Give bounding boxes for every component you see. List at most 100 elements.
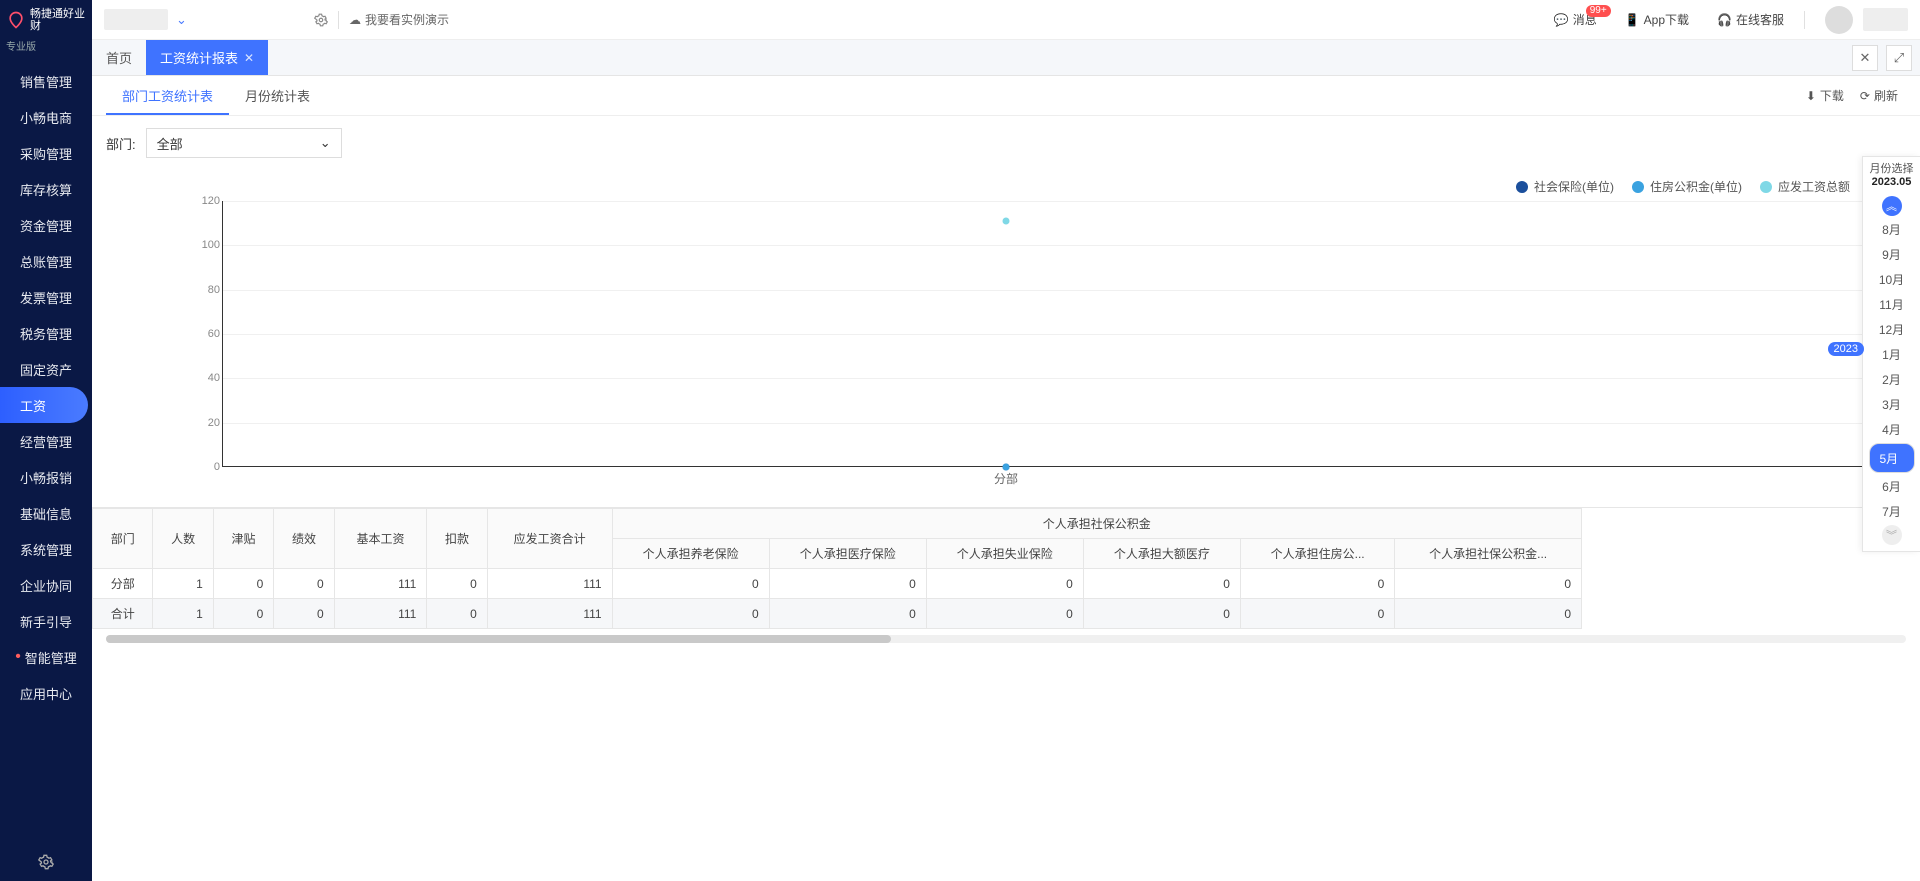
gridline — [222, 334, 1870, 335]
month-option[interactable]: 12月 — [1869, 318, 1915, 341]
org-name — [104, 9, 168, 30]
tab-0[interactable]: 首页 — [92, 40, 146, 75]
app-download-button[interactable]: 📱 App下载 — [1625, 11, 1689, 28]
org-selector[interactable]: ⌄ — [104, 9, 304, 30]
sidebar-item-0[interactable]: 销售管理 — [0, 63, 92, 99]
tab-1[interactable]: 工资统计报表✕ — [146, 40, 268, 75]
sidebar-item-label: 企业协同 — [20, 576, 72, 595]
month-option[interactable]: 8月 — [1869, 218, 1915, 241]
sidebar-item-9[interactable]: 工资 — [0, 387, 88, 423]
x-axis — [222, 466, 1870, 467]
demo-link[interactable]: ☁ 我要看实例演示 — [349, 11, 449, 28]
sidebar-item-7[interactable]: 税务管理 — [0, 315, 92, 351]
sidebar-settings[interactable] — [0, 845, 92, 881]
mobile-icon: 📱 — [1625, 13, 1640, 27]
sidebar-item-5[interactable]: 总账管理 — [0, 243, 92, 279]
col-header: 人数 — [153, 509, 213, 569]
cell: 0 — [769, 569, 926, 599]
sidebar-item-2[interactable]: 采购管理 — [0, 135, 92, 171]
dept-select[interactable]: 全部 ⌄ — [146, 128, 342, 158]
table-total-row: 合计1001110111000000 — [93, 599, 1582, 629]
legend-item-1[interactable]: 住房公积金(单位) — [1632, 178, 1742, 195]
legend-item-0[interactable]: 社会保险(单位) — [1516, 178, 1614, 195]
messages-badge: 99+ — [1586, 5, 1611, 17]
month-option[interactable]: 11月 — [1869, 293, 1915, 316]
chart: 020406080100120分部 — [122, 201, 1890, 491]
sidebar-item-6[interactable]: 发票管理 — [0, 279, 92, 315]
sidebar-item-14[interactable]: 企业协同 — [0, 567, 92, 603]
month-option[interactable]: 1月 — [1869, 343, 1915, 366]
sidebar-item-label: 经营管理 — [20, 432, 72, 451]
table-wrap[interactable]: 部门人数津贴绩效基本工资扣款应发工资合计个人承担社保公积金个人承担养老保险个人承… — [92, 507, 1920, 629]
sub-tab-1[interactable]: 月份统计表 — [229, 76, 326, 115]
cell: 0 — [1395, 599, 1582, 629]
refresh-icon: ⟳ — [1860, 89, 1870, 103]
download-button[interactable]: ⬇下载 — [1798, 87, 1852, 104]
sidebar: 畅捷通好业财 专业版 销售管理小畅电商采购管理库存核算资金管理总账管理发票管理税… — [0, 0, 92, 881]
chart-area: 社会保险(单位) 住房公积金(单位) 应发工资总额 020406080100120分… — [92, 170, 1920, 495]
user-name — [1863, 8, 1908, 31]
scroll-thumb[interactable] — [106, 635, 891, 643]
dept-select-value: 全部 — [157, 134, 183, 153]
month-option[interactable]: 6月 — [1869, 475, 1915, 498]
month-option[interactable]: 9月 — [1869, 243, 1915, 266]
legend-item-2[interactable]: 应发工资总额 — [1760, 178, 1850, 195]
cell: 0 — [274, 569, 334, 599]
support-label: 在线客服 — [1736, 11, 1784, 28]
month-scroll-up[interactable]: ︽ — [1882, 196, 1902, 216]
y-axis — [222, 201, 223, 467]
sidebar-item-11[interactable]: 小畅报销 — [0, 459, 92, 495]
sidebar-item-12[interactable]: 基础信息 — [0, 495, 92, 531]
sidebar-item-10[interactable]: 经营管理 — [0, 423, 92, 459]
sidebar-item-13[interactable]: 系统管理 — [0, 531, 92, 567]
sidebar-item-4[interactable]: 资金管理 — [0, 207, 92, 243]
sub-tab-0[interactable]: 部门工资统计表 — [106, 76, 229, 115]
brand-logo-icon — [6, 10, 26, 30]
ytick: 60 — [208, 328, 220, 340]
col-group-header: 个人承担社保公积金 — [612, 509, 1581, 539]
month-option[interactable]: 7月 — [1869, 500, 1915, 523]
avatar[interactable] — [1825, 6, 1853, 34]
table-h-scroll[interactable] — [106, 635, 1906, 643]
month-option[interactable]: 4月 — [1869, 418, 1915, 441]
month-option[interactable]: 3月 — [1869, 393, 1915, 416]
refresh-button[interactable]: ⟳刷新 — [1852, 87, 1906, 104]
cell: 111 — [334, 569, 427, 599]
sidebar-item-1[interactable]: 小畅电商 — [0, 99, 92, 135]
tab-label: 首页 — [106, 48, 132, 67]
legend-label: 住房公积金(单位) — [1650, 178, 1742, 195]
chart-legend: 社会保险(单位) 住房公积金(单位) 应发工资总额 — [122, 174, 1890, 201]
legend-swatch — [1760, 181, 1772, 193]
brand-edition: 专业版 — [0, 38, 92, 53]
month-scroll-down[interactable]: ︾ — [1882, 525, 1902, 545]
support-button[interactable]: 🎧 在线客服 — [1717, 11, 1784, 28]
sidebar-item-16[interactable]: •智能管理 — [0, 639, 92, 675]
col-header: 绩效 — [274, 509, 334, 569]
report-card: 部门工资统计表月份统计表 ⬇下载 ⟳刷新 部门: 全部 ⌄ 社会保险(单位)住房… — [92, 76, 1920, 881]
cell: 111 — [487, 569, 612, 599]
salary-table: 部门人数津贴绩效基本工资扣款应发工资合计个人承担社保公积金个人承担养老保险个人承… — [92, 508, 1582, 629]
sidebar-item-3[interactable]: 库存核算 — [0, 171, 92, 207]
month-option[interactable]: 2月 — [1869, 368, 1915, 391]
month-option[interactable]: 5月 — [1869, 443, 1915, 473]
legend-label: 社会保险(单位) — [1534, 178, 1614, 195]
fullscreen-button[interactable]: ⤢ — [1886, 45, 1912, 71]
sidebar-item-17[interactable]: 应用中心 — [0, 675, 92, 711]
ytick: 100 — [202, 239, 220, 251]
cell: 0 — [769, 599, 926, 629]
tab-close-icon[interactable]: ✕ — [244, 51, 254, 65]
year-tag: 2023 — [1828, 342, 1864, 356]
gridline — [222, 245, 1870, 246]
sidebar-item-8[interactable]: 固定资产 — [0, 351, 92, 387]
messages-button[interactable]: 💬 消息 99+ — [1554, 11, 1597, 28]
cell: 111 — [487, 599, 612, 629]
close-tab-button[interactable]: ✕ — [1852, 45, 1878, 71]
cell: 0 — [926, 599, 1083, 629]
sidebar-item-15[interactable]: 新手引导 — [0, 603, 92, 639]
sidebar-item-label: 智能管理 — [25, 648, 77, 667]
table-row: 分部1001110111000000 — [93, 569, 1582, 599]
ytick: 20 — [208, 417, 220, 429]
month-option[interactable]: 10月 — [1869, 268, 1915, 291]
sidebar-item-label: 总账管理 — [20, 252, 72, 271]
settings-button[interactable] — [314, 13, 328, 27]
